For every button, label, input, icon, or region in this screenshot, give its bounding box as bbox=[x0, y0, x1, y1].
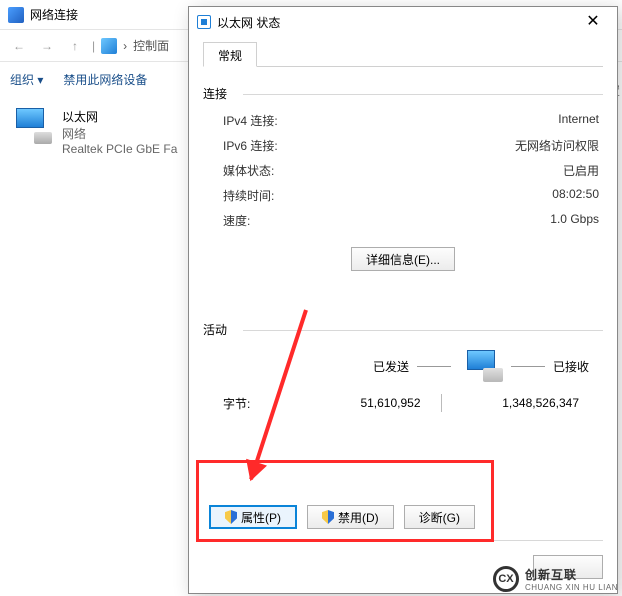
watermark-line1: 创新互联 bbox=[525, 566, 618, 583]
bytes-sent-value: 51,610,952 bbox=[283, 396, 441, 410]
close-button[interactable]: ✕ bbox=[573, 8, 613, 36]
ethernet-icon bbox=[197, 15, 211, 29]
row-speed: 速度:1.0 Gbps bbox=[203, 208, 603, 233]
activity-line-right bbox=[511, 366, 545, 367]
computer-icon bbox=[459, 350, 503, 382]
adapter-network: 网络 bbox=[62, 125, 177, 142]
row-duration: 持续时间:08:02:50 bbox=[203, 183, 603, 208]
forward-arrow-icon: → bbox=[36, 35, 58, 57]
row-media: 媒体状态:已启用 bbox=[203, 158, 603, 183]
nav-separator: | bbox=[92, 39, 95, 53]
bytes-row: 字节: 51,610,952 1,348,526,347 bbox=[203, 388, 603, 418]
control-panel-icon bbox=[8, 7, 24, 23]
activity-line-left bbox=[417, 366, 451, 367]
adapter-item-ethernet[interactable]: 以太网 网络 Realtek PCIe GbE Fa bbox=[8, 104, 188, 160]
diagnose-button[interactable]: 诊断(G) bbox=[404, 505, 475, 529]
group-connection: 连接 bbox=[203, 85, 603, 102]
disable-button[interactable]: 禁用(D) bbox=[307, 505, 394, 529]
watermark: CX 创新互联 CHUANG XIN HU LIAN bbox=[493, 566, 618, 592]
group-activity: 活动 bbox=[203, 321, 603, 338]
breadcrumb[interactable]: 控制面 bbox=[133, 37, 169, 54]
tab-general[interactable]: 常规 bbox=[203, 42, 257, 67]
action-buttons: 属性(P) 禁用(D) 诊断(G) bbox=[203, 505, 603, 529]
shield-icon bbox=[225, 510, 237, 524]
bottom-separator bbox=[203, 540, 603, 541]
activity-diagram: 已发送 已接收 bbox=[203, 344, 603, 388]
organize-menu[interactable]: 组织 ▾ bbox=[10, 71, 43, 88]
watermark-line2: CHUANG XIN HU LIAN bbox=[525, 583, 618, 592]
bytes-label: 字节: bbox=[223, 395, 283, 412]
adapter-labels: 以太网 网络 Realtek PCIe GbE Fa bbox=[62, 108, 177, 156]
bytes-received-value: 1,348,526,347 bbox=[442, 396, 590, 410]
up-arrow-icon[interactable]: ↑ bbox=[64, 35, 86, 57]
row-ipv6: IPv6 连接:无网络访问权限 bbox=[203, 133, 603, 158]
watermark-logo-icon: CX bbox=[493, 566, 519, 592]
adapter-name: 以太网 bbox=[62, 108, 177, 125]
sent-label: 已发送 bbox=[373, 358, 409, 375]
disable-device-button[interactable]: 禁用此网络设备 bbox=[63, 71, 147, 88]
dialog-titlebar: 以太网 状态 ✕ bbox=[189, 7, 617, 37]
adapter-device: Realtek PCIe GbE Fa bbox=[62, 142, 177, 156]
bg-title: 网络连接 bbox=[30, 6, 78, 23]
dialog-title: 以太网 状态 bbox=[217, 14, 280, 31]
ethernet-adapter-icon bbox=[12, 108, 52, 144]
breadcrumb-separator: › bbox=[123, 39, 127, 53]
received-label: 已接收 bbox=[553, 358, 589, 375]
details-button[interactable]: 详细信息(E)... bbox=[351, 247, 455, 271]
tab-strip: 常规 bbox=[203, 41, 603, 67]
location-icon bbox=[101, 38, 117, 54]
ethernet-status-dialog: 以太网 状态 ✕ 常规 连接 IPv4 连接:Internet IPv6 连接:… bbox=[188, 6, 618, 594]
back-arrow-icon[interactable]: ← bbox=[8, 35, 30, 57]
properties-button[interactable]: 属性(P) bbox=[209, 505, 297, 529]
shield-icon bbox=[322, 510, 334, 524]
row-ipv4: IPv4 连接:Internet bbox=[203, 108, 603, 133]
